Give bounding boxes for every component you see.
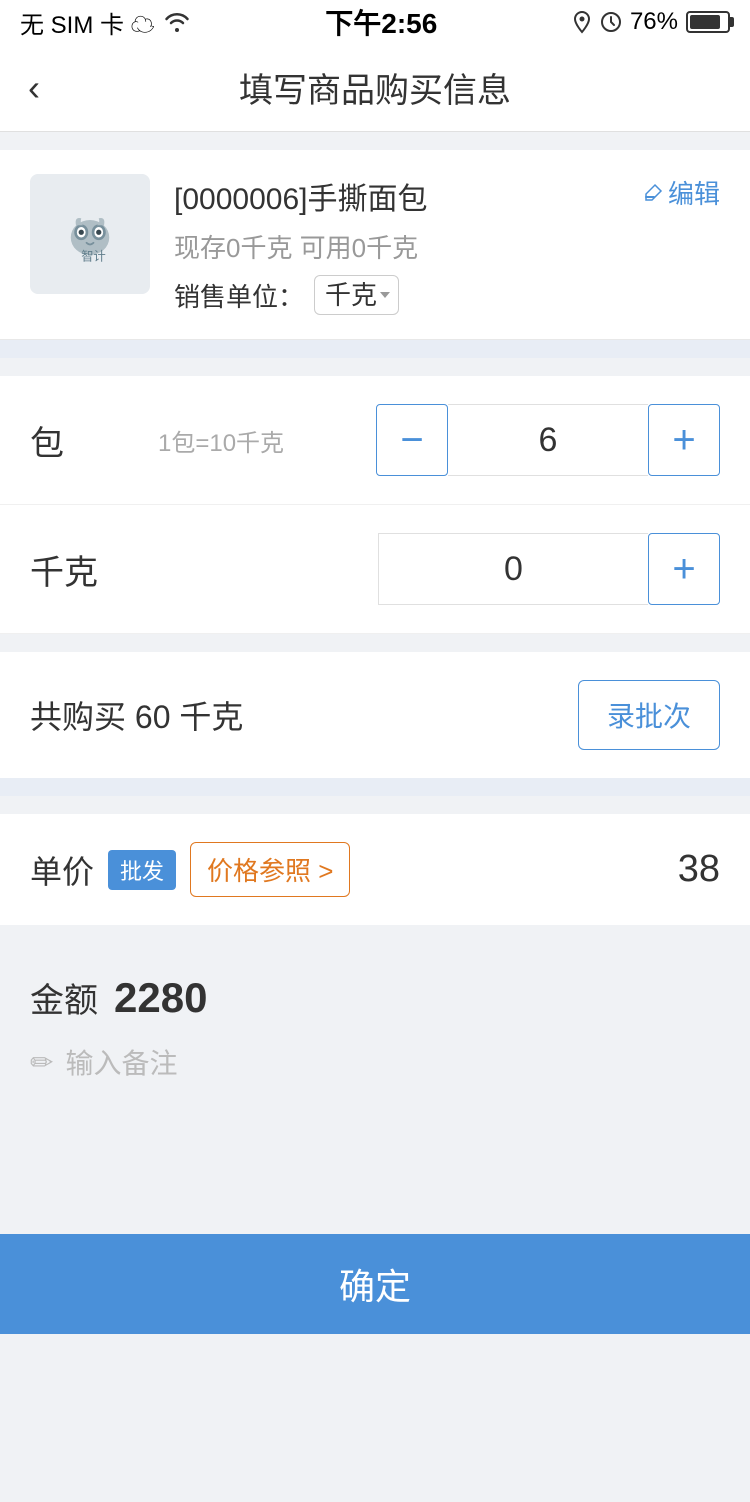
quantity-label-kg: 千克 xyxy=(30,545,150,594)
quantity-kg-input[interactable] xyxy=(378,533,648,605)
quantity-section: 包 1包=10千克 − + 千克 + xyxy=(0,376,750,634)
edit-button[interactable]: 编辑 xyxy=(642,174,720,211)
product-stock: 现存0千克 可用0千克 xyxy=(174,228,720,265)
status-right: 76% xyxy=(572,8,730,36)
quantity-bao-input[interactable] xyxy=(448,404,648,476)
price-reference-button[interactable]: 价格参照 > xyxy=(190,842,350,897)
unit-label: 销售单位： xyxy=(174,277,304,314)
quantity-label-bao: 包 xyxy=(30,416,150,465)
divider-1 xyxy=(0,340,750,358)
product-unit-row: 销售单位： 千克 xyxy=(174,275,720,315)
status-time: 下午2:56 xyxy=(325,2,437,42)
back-button[interactable]: ‹ xyxy=(28,67,40,109)
batch-badge: 批发 xyxy=(108,850,176,890)
battery-percent: 76% xyxy=(630,8,678,36)
unit-select[interactable]: 千克 xyxy=(314,275,399,315)
quantity-row-kg: 千克 + xyxy=(0,505,750,634)
summary-text: 共购买 60 千克 xyxy=(30,692,243,738)
confirm-button[interactable]: 确定 xyxy=(0,1234,750,1334)
product-info: [0000006]手撕面包 编辑 现存0千克 可用0千克 销售单位： 千克 xyxy=(174,174,720,315)
amount-value: 2280 xyxy=(114,974,207,1022)
note-row[interactable]: ✏ 输入备注 xyxy=(30,1032,720,1102)
battery-icon xyxy=(686,11,730,33)
edit-label: 编辑 xyxy=(668,174,720,211)
increase-kg-button[interactable]: + xyxy=(648,533,720,605)
page-title: 填写商品购买信息 xyxy=(239,63,511,112)
price-row: 单价 批发 价格参照 > 38 xyxy=(30,842,720,897)
note-placeholder: 输入备注 xyxy=(65,1042,177,1082)
price-left: 单价 批发 价格参照 > xyxy=(30,842,350,897)
price-section: 单价 批发 价格参照 > 38 xyxy=(0,814,750,925)
amount-label: 金额 xyxy=(30,973,98,1022)
sim-label: 无 SIM 卡 ☁ xyxy=(20,5,155,40)
quantity-row-bao: 包 1包=10千克 − + xyxy=(0,376,750,505)
product-thumbnail: 智计 xyxy=(30,174,150,294)
summary-row: 共购买 60 千克 录批次 xyxy=(0,652,750,778)
quantity-controls-kg: + xyxy=(378,533,720,605)
divider-2 xyxy=(0,778,750,796)
quantity-hint-bao: 1包=10千克 xyxy=(158,423,376,458)
nav-bar: ‹ 填写商品购买信息 xyxy=(0,44,750,132)
increase-bao-button[interactable]: + xyxy=(648,404,720,476)
price-label: 单价 xyxy=(30,847,94,893)
quantity-controls-bao: − + xyxy=(376,404,720,476)
record-batch-button[interactable]: 录批次 xyxy=(578,680,720,750)
product-name: [0000006]手撕面包 xyxy=(174,174,427,218)
status-left: 无 SIM 卡 ☁ xyxy=(20,5,191,40)
location-icon xyxy=(572,10,592,34)
product-card: 智计 [0000006]手撕面包 编辑 现存0千克 可用0千克 销售单位： 千克 xyxy=(0,150,750,340)
edit-icon xyxy=(642,182,664,204)
decrease-bao-button[interactable]: − xyxy=(376,404,448,476)
clock-icon xyxy=(600,11,622,33)
pencil-icon: ✏ xyxy=(30,1046,53,1079)
wifi-icon xyxy=(163,12,191,32)
price-value: 38 xyxy=(678,848,720,891)
product-image: 智计 xyxy=(55,199,125,269)
amount-row: 金额 2280 xyxy=(30,953,720,1032)
confirm-button-label: 确定 xyxy=(339,1258,411,1310)
svg-text:智计: 智计 xyxy=(81,248,106,263)
amount-section: 金额 2280 ✏ 输入备注 xyxy=(0,925,750,1102)
status-bar: 无 SIM 卡 ☁ 下午2:56 76% xyxy=(0,0,750,44)
